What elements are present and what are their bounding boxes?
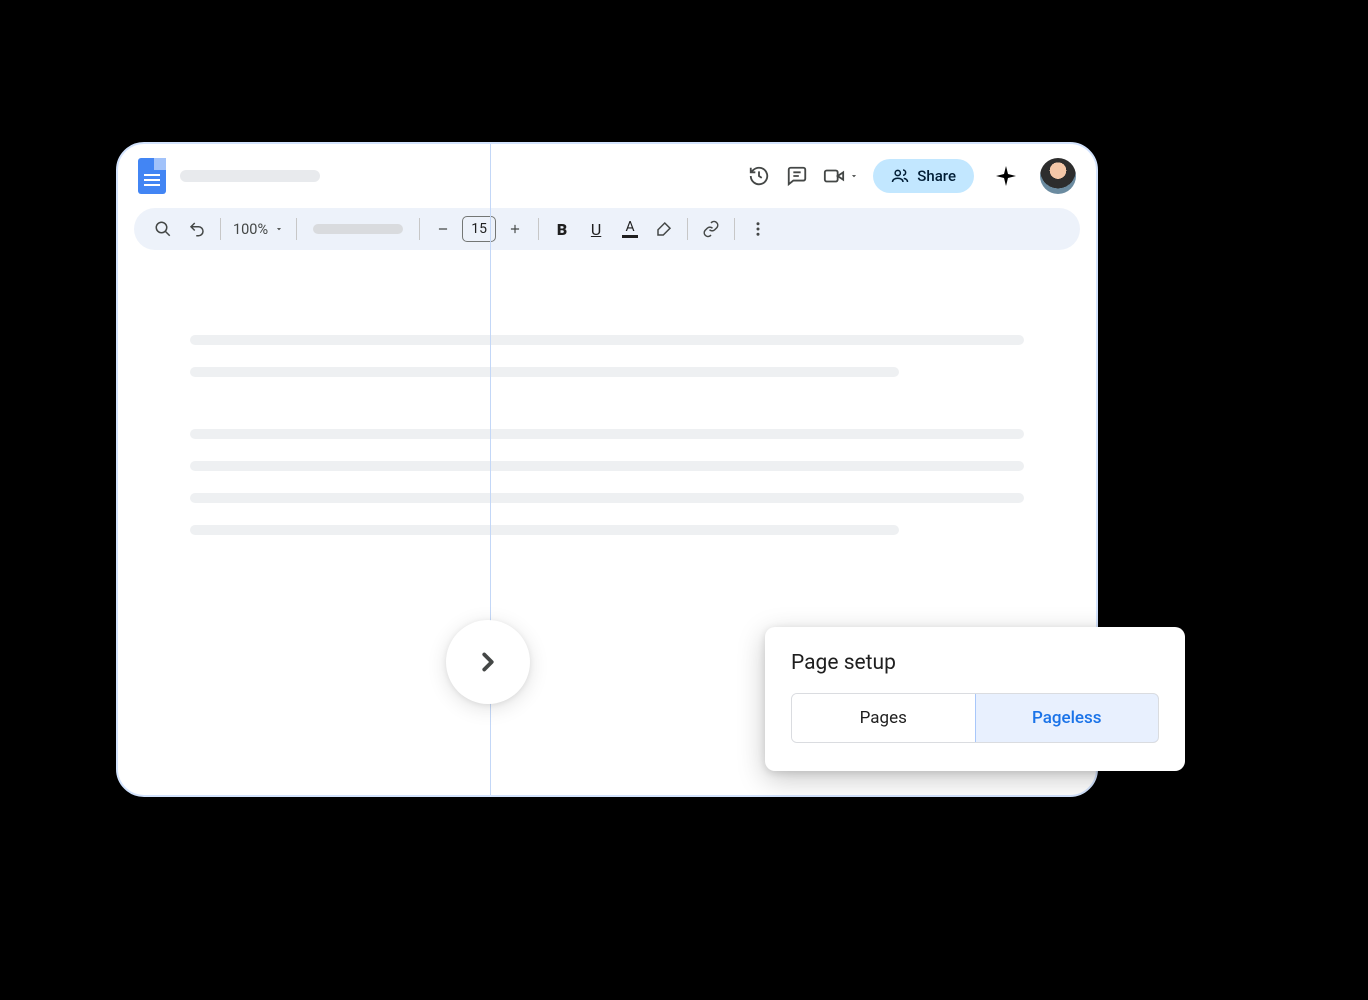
page-setup-popup: Page setup Pages Pageless [765,627,1185,771]
sparkle-icon[interactable] [994,164,1018,188]
separator [419,218,420,240]
separator [220,218,221,240]
separator [687,218,688,240]
header: Share [118,144,1096,208]
share-button[interactable]: Share [873,159,974,193]
chevron-down-icon [849,171,859,181]
docs-logo-icon[interactable] [138,158,166,194]
avatar[interactable] [1040,158,1076,194]
bold-icon[interactable]: B [547,214,577,244]
people-icon [891,167,909,185]
text-line-placeholder [190,429,1024,439]
pageless-option[interactable]: Pageless [975,693,1160,743]
document-title-placeholder[interactable] [180,170,320,182]
text-line-placeholder [190,367,899,377]
separator [538,218,539,240]
expand-fab[interactable] [446,620,530,704]
font-size-value: 15 [471,221,487,237]
toolbar: 100% 15 B U A [134,208,1080,250]
text-color-icon[interactable]: A [615,214,645,244]
zoom-value: 100% [233,221,268,238]
underline-icon[interactable]: U [581,214,611,244]
share-label: Share [917,167,956,185]
highlight-icon[interactable] [649,214,679,244]
page-mode-segmented: Pages Pageless [791,693,1159,743]
pages-option[interactable]: Pages [792,694,976,742]
search-icon[interactable] [148,214,178,244]
undo-icon[interactable] [182,214,212,244]
meet-button[interactable] [823,165,859,187]
decrease-font-icon[interactable] [428,214,458,244]
comment-icon[interactable] [785,164,809,188]
text-line-placeholder [190,525,899,535]
chevron-down-icon [274,224,284,234]
link-icon[interactable] [696,214,726,244]
history-icon[interactable] [747,164,771,188]
separator [296,218,297,240]
text-line-placeholder [190,493,1024,503]
separator [734,218,735,240]
chevron-right-icon [473,647,503,677]
more-icon[interactable] [743,214,773,244]
popup-title: Page setup [791,651,1159,675]
text-line-placeholder [190,461,1024,471]
increase-font-icon[interactable] [500,214,530,244]
text-line-placeholder [190,335,1024,345]
font-selector-placeholder[interactable] [313,224,403,234]
zoom-dropdown[interactable]: 100% [229,221,288,238]
